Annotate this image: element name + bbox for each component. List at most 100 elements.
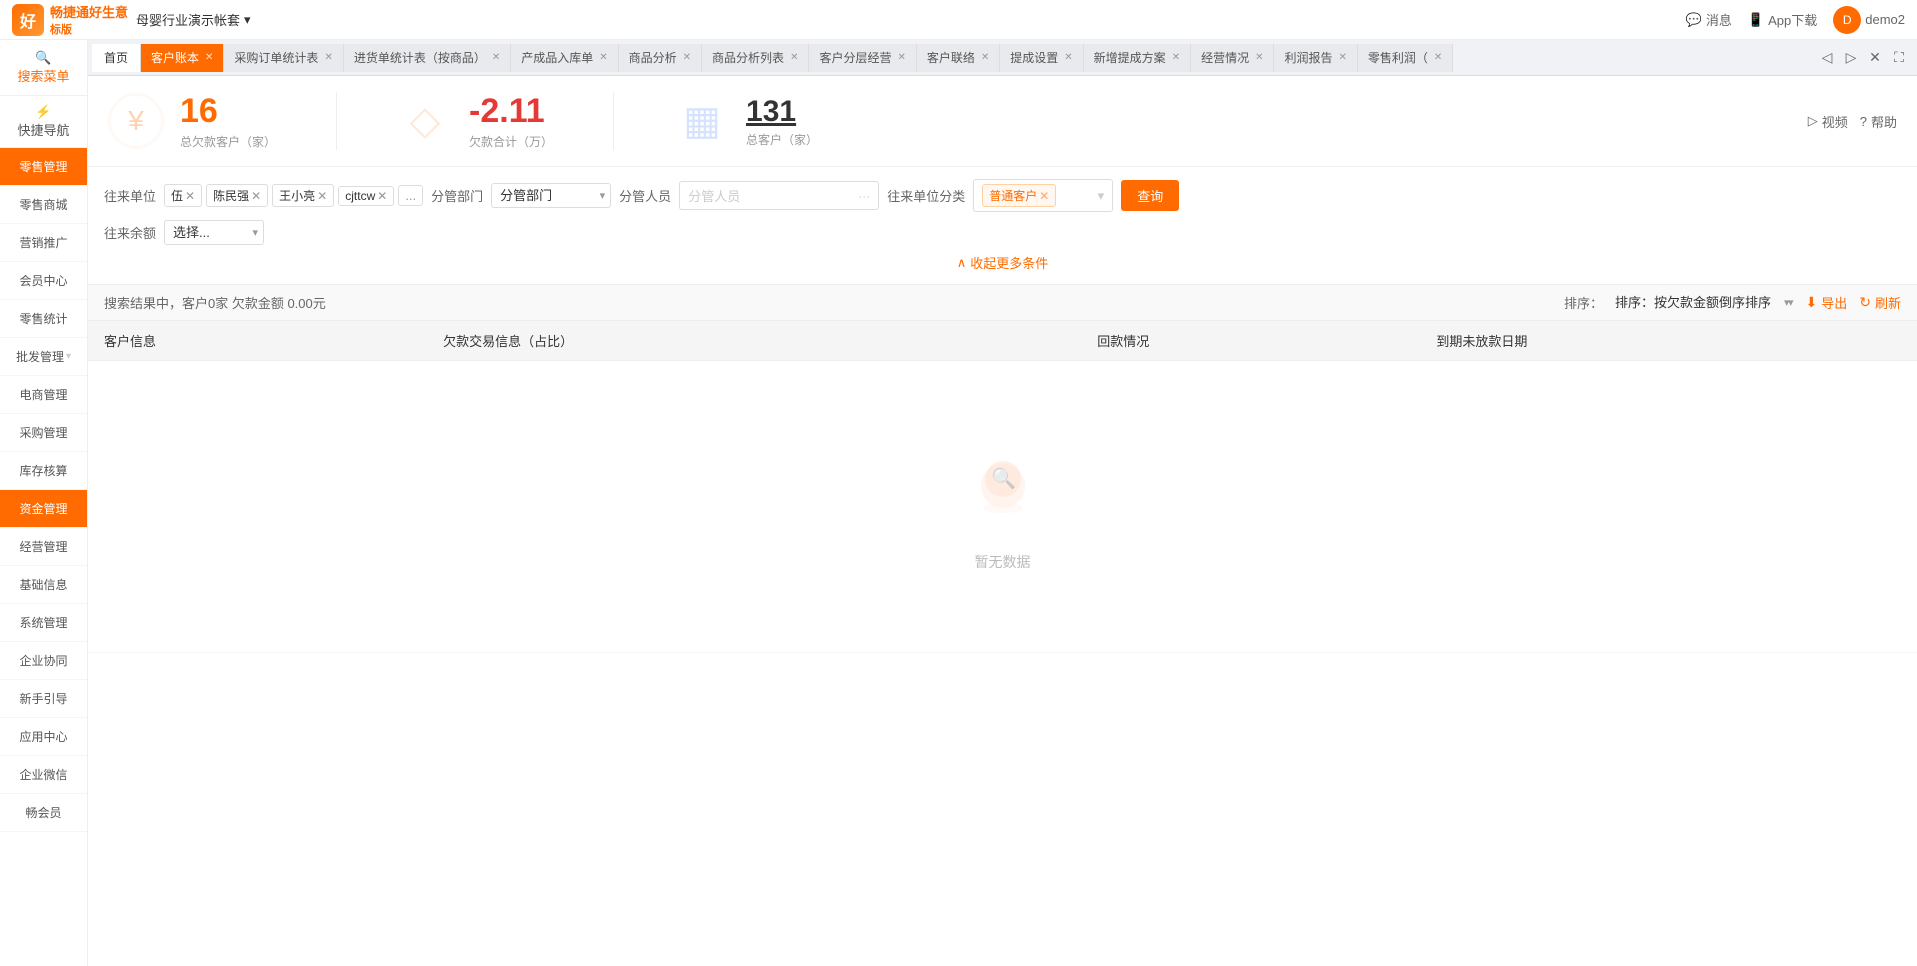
- header-right: 💬 消息 📱 App下载 D demo2: [1686, 6, 1905, 34]
- sidebar-item-retail-stats[interactable]: 零售统计: [0, 300, 87, 338]
- close-tab-icon[interactable]: ✕: [492, 52, 500, 63]
- close-tab-icon[interactable]: ✕: [897, 52, 905, 63]
- category-tag: 普通客户 ✕: [982, 184, 1056, 207]
- close-tab-icon[interactable]: ✕: [981, 52, 989, 63]
- dept-select-wrap: 分管部门: [491, 183, 611, 208]
- tab-profit-report[interactable]: 利润报告 ✕: [1274, 44, 1357, 72]
- logo-area: 好 畅捷通好生意 标版: [12, 2, 128, 37]
- remove-tag-cjttcw[interactable]: ✕: [377, 189, 387, 203]
- unit-tags: 伍 ✕ 陈民强 ✕ 王小亮 ✕ cjttcw ✕: [164, 184, 423, 207]
- stat-total-customers: ¥ 16 总欠款客户（家）: [108, 92, 337, 150]
- close-tab-icon[interactable]: ✕: [1064, 52, 1072, 63]
- stat-diamond-icon: ◇: [397, 93, 453, 149]
- close-tab-icon[interactable]: ✕: [1255, 52, 1263, 63]
- close-tab-icon[interactable]: ✕: [324, 52, 332, 63]
- category-select[interactable]: 普通客户 ✕ ▾: [973, 179, 1113, 212]
- app-download-btn[interactable]: 📱 App下载: [1748, 10, 1817, 29]
- close-tab-icon[interactable]: ✕: [1339, 52, 1347, 63]
- person-input[interactable]: 分管人员 ···: [679, 181, 879, 210]
- sort-label: 排序：: [1564, 293, 1603, 312]
- empty-state-icon: 🔍: [963, 441, 1043, 540]
- remove-tag-chen[interactable]: ✕: [251, 189, 261, 203]
- person-filter-label: 分管人员: [619, 186, 671, 205]
- sidebar-item-purchase[interactable]: 采购管理: [0, 414, 87, 452]
- sidebar-item-inventory[interactable]: 库存核算: [0, 452, 87, 490]
- unit-tag-wu[interactable]: 伍 ✕: [164, 184, 202, 207]
- tab-home[interactable]: 首页: [92, 44, 141, 72]
- collapse-filters-btn[interactable]: ∧ 收起更多条件: [957, 253, 1049, 272]
- sidebar-item-system[interactable]: 系统管理: [0, 604, 87, 642]
- sidebar-item-member-center[interactable]: 会员中心: [0, 262, 87, 300]
- refresh-btn[interactable]: ↻ 刷新: [1859, 293, 1901, 312]
- tab-operations[interactable]: 经营情况 ✕: [1191, 44, 1274, 72]
- sidebar-item-enterprise[interactable]: 企业协同: [0, 642, 87, 680]
- user-avatar-area[interactable]: D demo2: [1833, 6, 1905, 34]
- close-tab-icon[interactable]: ✕: [790, 52, 798, 63]
- tab-bar: 首页 客户账本 ✕ 采购订单统计表 ✕ 进货单统计表（按商品） ✕ 产成品入库单…: [88, 40, 1917, 76]
- sidebar-item-vip[interactable]: 畅会员: [0, 794, 87, 832]
- close-tab-icon[interactable]: ✕: [205, 52, 213, 63]
- tab-retail-profit[interactable]: 零售利润（ ✕: [1358, 44, 1453, 72]
- sidebar-quick-nav[interactable]: ⚡ 快捷导航: [0, 96, 87, 148]
- tab-incoming-stats[interactable]: 进货单统计表（按商品） ✕: [344, 44, 511, 72]
- more-tags-btn[interactable]: ...: [398, 185, 423, 206]
- balance-select[interactable]: 选择...: [164, 220, 264, 245]
- tab-customer-ledger[interactable]: 客户账本 ✕: [141, 44, 224, 72]
- sidebar-item-wholesale[interactable]: 批发管理 ▾: [0, 338, 87, 376]
- tab-commission-settings[interactable]: 提成设置 ✕: [1000, 44, 1083, 72]
- dept-select[interactable]: 分管部门: [491, 183, 611, 208]
- help-area: ▷ 视频 ? 帮助: [1808, 112, 1897, 131]
- sidebar-item-new-guide[interactable]: 新手引导: [0, 680, 87, 718]
- tab-new-commission[interactable]: 新增提成方案 ✕: [1084, 44, 1191, 72]
- close-tab-icon[interactable]: ✕: [1434, 52, 1442, 63]
- tab-product-analysis[interactable]: 商品分析 ✕: [619, 44, 702, 72]
- sidebar-item-retail-mgmt[interactable]: 零售管理: [0, 148, 87, 186]
- sort-select[interactable]: 排序：按欠款金额倒序排序: [1615, 295, 1788, 310]
- sidebar-item-basic-info[interactable]: 基础信息: [0, 566, 87, 604]
- close-tab-icon[interactable]: ✕: [599, 52, 607, 63]
- balance-filter-label: 往来余额: [104, 223, 156, 242]
- sidebar-item-operations[interactable]: 经营管理: [0, 528, 87, 566]
- unit-tag-wang[interactable]: 王小亮 ✕: [272, 184, 334, 207]
- tab-prev-btn[interactable]: ◁: [1817, 48, 1837, 68]
- help-btn[interactable]: ? 帮助: [1860, 112, 1897, 131]
- tab-controls: ◁ ▷ ✕ ⛶: [1813, 48, 1913, 68]
- tab-fullscreen-btn[interactable]: ⛶: [1889, 48, 1909, 68]
- stat-total-arrears: ◇ -2.11 欠款合计（万）: [337, 92, 614, 150]
- tab-product-analysis-list[interactable]: 商品分析列表 ✕: [702, 44, 809, 72]
- remove-tag-wu[interactable]: ✕: [185, 189, 195, 203]
- stat-label-clients: 总客户（家）: [746, 131, 818, 148]
- category-filter-label: 往来单位分类: [887, 186, 965, 205]
- remove-category-tag[interactable]: ✕: [1039, 189, 1049, 203]
- tab-customer-contact[interactable]: 客户联络 ✕: [917, 44, 1000, 72]
- tab-purchase-order[interactable]: 采购订单统计表 ✕: [224, 44, 343, 72]
- balance-select-wrap: 选择...: [164, 220, 264, 245]
- video-btn[interactable]: ▷ 视频: [1808, 112, 1848, 131]
- remove-tag-wang[interactable]: ✕: [317, 189, 327, 203]
- message-btn[interactable]: 💬 消息: [1686, 10, 1732, 29]
- app-name: 畅捷通好生意 标版: [50, 2, 128, 37]
- close-tab-icon[interactable]: ✕: [683, 52, 691, 63]
- sidebar-item-finance[interactable]: 资金管理: [0, 490, 87, 528]
- col-repayment: 回款情况: [1081, 321, 1420, 361]
- sidebar-item-retail-mall[interactable]: 零售商城: [0, 186, 87, 224]
- store-selector[interactable]: 母婴行业演示帐套 ▾: [136, 10, 251, 29]
- stat-label-customers: 总欠款客户（家）: [180, 133, 276, 150]
- sidebar-item-ecommerce[interactable]: 电商管理: [0, 376, 87, 414]
- results-info: 搜索结果中，客户0家 欠款金额 0.00元: [104, 293, 326, 312]
- tab-product-inbound[interactable]: 产成品入库单 ✕: [511, 44, 618, 72]
- unit-tag-cjttcw[interactable]: cjttcw ✕: [338, 186, 394, 206]
- stat-building-icon: ▦: [674, 93, 730, 149]
- tab-close-all-btn[interactable]: ✕: [1865, 48, 1885, 68]
- close-tab-icon[interactable]: ✕: [1172, 52, 1180, 63]
- tab-customer-layer[interactable]: 客户分层经营 ✕: [809, 44, 916, 72]
- export-btn[interactable]: ⬇ 导出: [1806, 293, 1848, 312]
- tab-next-btn[interactable]: ▷: [1841, 48, 1861, 68]
- stat-yen-icon: ¥: [108, 93, 164, 149]
- sidebar-item-app-center[interactable]: 应用中心: [0, 718, 87, 756]
- sidebar-search[interactable]: 🔍 搜索菜单: [0, 40, 87, 96]
- unit-tag-chen[interactable]: 陈民强 ✕: [206, 184, 268, 207]
- sidebar-item-marketing[interactable]: 营销推广: [0, 224, 87, 262]
- query-button[interactable]: 查询: [1121, 180, 1179, 211]
- sidebar-item-wechat[interactable]: 企业微信: [0, 756, 87, 794]
